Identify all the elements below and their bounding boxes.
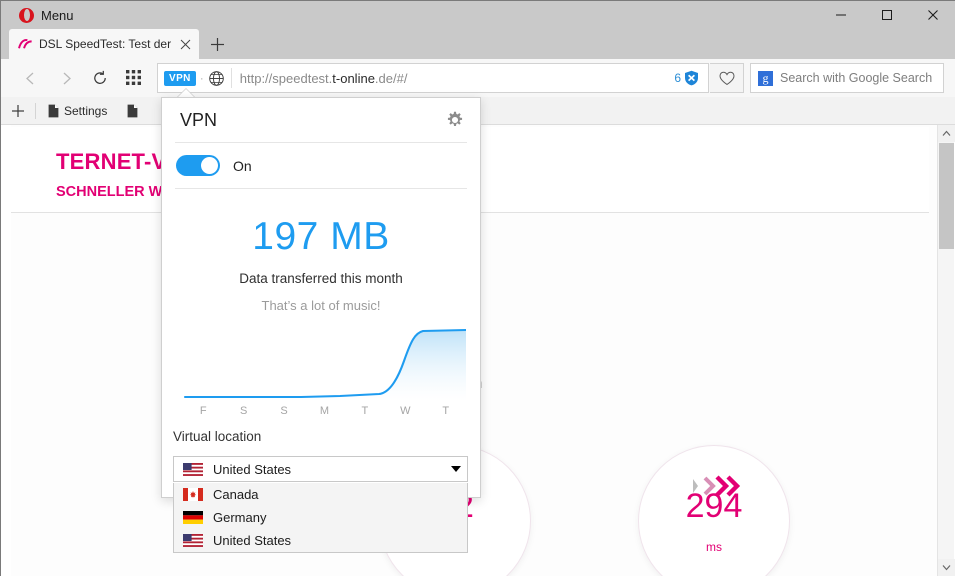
usage-chart: F S S M T W T (162, 321, 480, 427)
close-button[interactable] (910, 1, 955, 29)
close-icon[interactable] (177, 36, 193, 52)
vpn-toggle-row[interactable]: On (162, 143, 480, 188)
vpn-panel-title: VPN (180, 109, 218, 130)
page-icon (48, 104, 59, 117)
toggle-knob (201, 157, 218, 174)
tab-title: DSL SpeedTest: Test der DS (39, 37, 171, 51)
url-text: http://speedtest.t-online.de/#/ (240, 71, 675, 86)
virtual-location-label: Virtual location (173, 429, 262, 444)
omnibox-divider (230, 68, 232, 88)
bookmark-item-2[interactable] (119, 97, 151, 125)
de-flag-icon (183, 511, 203, 524)
scrollbar-thumb[interactable] (939, 143, 954, 249)
address-bar[interactable]: VPN · http://speedtest.t-online.de/#/ 6 (157, 63, 709, 93)
chart-label: S (239, 405, 248, 417)
new-tab-button[interactable] (205, 33, 229, 56)
dropdown-option-canada[interactable]: Canada (174, 483, 467, 506)
vpn-usage-stats: 197 MB Data transferred this month That’… (162, 189, 480, 313)
flag-container (183, 488, 203, 501)
data-transferred-label: Data transferred this month (239, 271, 403, 286)
bookmark-item-settings[interactable]: Settings (40, 97, 115, 125)
chart-label: T (442, 405, 450, 417)
dropdown-option-label: Canada (213, 487, 259, 502)
flag-container (183, 511, 203, 524)
opera-browser-window: Menu DSL SpeedTest: Test der VPN · http:… (0, 0, 955, 576)
shield-icon (685, 70, 698, 86)
us-flag-icon (183, 462, 203, 476)
bookmark-heart-button[interactable] (710, 63, 744, 93)
data-transferred-note: That’s a lot of music! (261, 298, 381, 313)
vpn-badge-button[interactable]: VPN (164, 70, 196, 86)
opera-logo-icon (19, 7, 34, 23)
flag-container (183, 534, 203, 547)
chevron-down-icon[interactable] (451, 466, 461, 472)
chart-x-labels: F S S M T W T (183, 405, 466, 417)
page-scrollbar[interactable] (937, 125, 955, 576)
dropdown-option-germany[interactable]: Germany (174, 506, 467, 529)
site-favicon-icon (18, 38, 32, 49)
dropdown-option-label: Germany (213, 510, 267, 525)
maximize-button[interactable] (864, 1, 910, 29)
vpn-toggle-label: On (233, 157, 252, 174)
chart-label: T (361, 405, 369, 417)
page-icon (127, 104, 138, 117)
data-transferred-value: 197 MB (252, 215, 390, 258)
ping-arrows-icon (693, 475, 741, 497)
us-flag-icon (183, 534, 203, 547)
browser-tab[interactable]: DSL SpeedTest: Test der DS (9, 29, 199, 59)
globe-icon (208, 70, 224, 86)
url-suffix: .de/#/ (374, 70, 408, 86)
ca-flag-icon (183, 488, 203, 501)
minimize-button[interactable] (818, 1, 864, 29)
forward-icon[interactable] (51, 65, 81, 91)
search-placeholder: Search with Google Search (780, 71, 933, 85)
window-controls (818, 1, 955, 29)
virtual-location-dropdown[interactable]: Canada Germany United States (173, 483, 468, 553)
gear-icon[interactable] (446, 111, 464, 129)
gauge-unit: ms (706, 539, 722, 554)
title-bar: Menu (1, 1, 955, 48)
vpn-panel-header: VPN (162, 98, 480, 142)
ad-blocker-count: 6 (674, 71, 681, 85)
chart-label: S (280, 405, 288, 417)
add-bookmark-button[interactable] (1, 97, 35, 125)
bookmarks-divider (35, 102, 36, 119)
heart-icon (718, 71, 735, 85)
virtual-location-select[interactable]: United States (173, 456, 468, 482)
chart-label: F (199, 405, 207, 417)
selected-location-text: United States (213, 461, 292, 477)
badge-separator: · (199, 71, 204, 85)
speed-dial-icon[interactable] (119, 65, 149, 91)
dropdown-option-label: United States (213, 533, 292, 548)
tab-strip: DSL SpeedTest: Test der DS (1, 29, 955, 59)
url-domain: t-online (332, 70, 375, 86)
dropdown-option-united-states[interactable]: United States (174, 529, 467, 552)
google-icon: g (758, 70, 773, 86)
scroll-down-icon[interactable] (938, 559, 955, 576)
reload-icon[interactable] (85, 65, 115, 91)
ping-gauge: 294 ms (638, 445, 790, 576)
ad-blocker-indicator[interactable]: 6 (674, 70, 699, 86)
opera-menu-button[interactable]: Menu (11, 1, 82, 29)
search-box[interactable]: g Search with Google Search (750, 63, 944, 93)
chart-label: M (319, 405, 330, 417)
menu-label: Menu (41, 7, 74, 23)
vpn-toggle-switch[interactable] (176, 155, 220, 176)
scroll-up-icon[interactable] (938, 125, 955, 142)
chart-label: W (400, 405, 411, 417)
bookmark-label: Settings (64, 103, 108, 118)
back-icon[interactable] (15, 65, 45, 91)
usage-area-chart (183, 328, 466, 401)
url-prefix: http://speedtest. (239, 70, 333, 86)
